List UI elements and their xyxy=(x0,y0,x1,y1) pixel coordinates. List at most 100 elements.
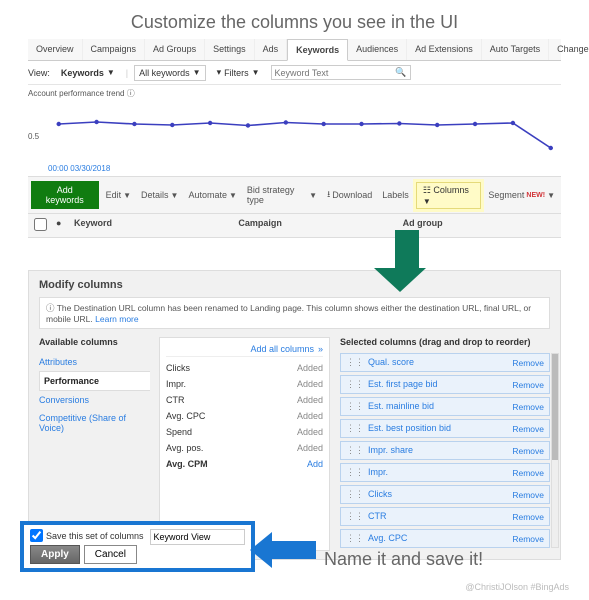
filters-dropdown[interactable]: ▾Filters▼ xyxy=(212,64,265,81)
tab-ads[interactable]: Ads xyxy=(255,39,288,60)
metric-name: Impr. xyxy=(166,379,186,389)
drag-handle-icon[interactable]: ⋮⋮ xyxy=(346,401,364,411)
selected-column-row[interactable]: ⋮⋮ Impr. Remove xyxy=(340,463,550,482)
scrollbar[interactable] xyxy=(551,353,559,548)
filters-label: Filters xyxy=(224,68,249,78)
tab-audiences[interactable]: Audiences xyxy=(348,39,407,60)
remove-link[interactable]: Remove xyxy=(512,402,544,412)
checkbox-col[interactable] xyxy=(28,214,50,237)
view-label: View: xyxy=(28,68,50,78)
selected-column-row[interactable]: ⋮⋮Avg. CPCRemove xyxy=(340,529,550,548)
metric-status: Added xyxy=(297,363,323,373)
chart-timestamp: 00:00 03/30/2018 xyxy=(48,162,561,173)
learn-more-link[interactable]: Learn more xyxy=(95,314,138,324)
remove-link[interactable]: Remove xyxy=(512,468,544,478)
edit-dropdown[interactable]: Edit▼ xyxy=(103,188,134,202)
tab-ad-groups[interactable]: Ad Groups xyxy=(145,39,205,60)
metric-row: Avg. pos.Added xyxy=(166,440,323,456)
keyword-col[interactable]: Keyword xyxy=(68,214,232,237)
all-keywords-dropdown[interactable]: All keywords▼ xyxy=(134,65,205,81)
remove-link[interactable]: Remove xyxy=(512,424,544,434)
tab-settings[interactable]: Settings xyxy=(205,39,255,60)
drag-handle-icon[interactable]: ⋮⋮ xyxy=(346,489,364,499)
selected-column-row[interactable]: ⋮⋮ Impr. share Remove xyxy=(340,441,550,460)
labels-dropdown[interactable]: Labels xyxy=(379,188,412,202)
selected-column-row[interactable]: ⋮⋮ Est. first page bid Remove xyxy=(340,375,550,394)
remove-link[interactable]: Remove xyxy=(512,446,544,456)
grid-actionbar: Add keywords Edit▼ Details▼ Automate▼ Bi… xyxy=(28,176,561,214)
selected-column-row[interactable]: ⋮⋮Est. mainline bidRemove xyxy=(340,397,550,416)
selected-column-row[interactable]: ⋮⋮ Qual. score Remove xyxy=(340,353,550,372)
selected-column-name: Est. first page bid xyxy=(368,379,438,389)
remove-link[interactable]: Remove xyxy=(512,380,544,390)
cancel-button[interactable]: Cancel xyxy=(84,545,137,564)
tab-auto-targets[interactable]: Auto Targets xyxy=(482,39,549,60)
metric-name: Clicks xyxy=(166,363,190,373)
drag-handle-icon[interactable]: ⋮⋮ xyxy=(346,467,364,477)
modify-title: Modify columns xyxy=(39,279,550,291)
tab-ad-extensions[interactable]: Ad Extensions xyxy=(407,39,482,60)
selected-column-name: Impr. xyxy=(368,467,388,477)
available-metrics-list: Add all columns» ClicksAddedImpr.AddedCT… xyxy=(159,337,330,551)
credits: @ChristiJOlson #BingAds xyxy=(465,582,569,592)
view-dropdown[interactable]: Keywords▼ xyxy=(56,65,120,81)
apply-button[interactable]: Apply xyxy=(30,545,80,564)
drag-handle-icon[interactable]: ⋮⋮ xyxy=(346,423,364,433)
columns-dropdown[interactable]: ☷ Columns ▼ xyxy=(416,182,482,209)
metric-status: Added xyxy=(297,411,323,421)
new-badge: NEW! xyxy=(526,192,545,199)
add-all-columns-link[interactable]: Add all columns» xyxy=(166,342,323,357)
category-performance[interactable]: Performance xyxy=(39,371,150,391)
remove-link[interactable]: Remove xyxy=(512,490,544,500)
category-competitive[interactable]: Competitive (Share of Voice) xyxy=(39,409,149,437)
chevron-down-icon: ▼ xyxy=(252,68,260,77)
arrow-left-annotation xyxy=(250,532,316,568)
drag-handle-icon[interactable]: ⋮⋮ xyxy=(346,445,364,455)
download-button[interactable]: ⭳Download xyxy=(324,185,375,205)
selected-column-row[interactable]: ⋮⋮ Est. best position bid Remove xyxy=(340,419,550,438)
drag-handle-icon[interactable]: ⋮⋮ xyxy=(346,533,364,543)
help-icon[interactable]: ⓘ xyxy=(127,89,135,98)
search-icon[interactable]: 🔍 xyxy=(395,67,406,78)
selected-column-row[interactable]: ⋮⋮ Clicks Remove xyxy=(340,485,550,504)
add-keywords-button[interactable]: Add keywords xyxy=(31,181,99,209)
campaign-col[interactable]: Campaign xyxy=(232,214,396,237)
scrollbar-thumb[interactable] xyxy=(552,354,558,460)
selected-column-name: Qual. score xyxy=(368,357,414,367)
tab-keywords[interactable]: Keywords xyxy=(287,39,348,61)
remove-link[interactable]: Remove xyxy=(512,512,544,522)
metric-status[interactable]: Add xyxy=(307,459,323,469)
chevron-down-icon: ▼ xyxy=(193,68,201,77)
drag-handle-icon[interactable]: ⋮⋮ xyxy=(346,357,364,367)
bid-strategy-dropdown[interactable]: Bid strategy type▼ xyxy=(244,183,320,207)
details-dropdown[interactable]: Details▼ xyxy=(138,188,181,202)
remove-link[interactable]: Remove xyxy=(512,534,544,544)
automate-dropdown[interactable]: Automate▼ xyxy=(185,188,239,202)
metric-row: Avg. CPCAdded xyxy=(166,408,323,424)
selected-column-row[interactable]: ⋮⋮CTRRemove xyxy=(340,507,550,526)
drag-handle-icon[interactable]: ⋮⋮ xyxy=(346,379,364,389)
columns-icon: ☷ xyxy=(423,185,431,195)
tab-campaigns[interactable]: Campaigns xyxy=(83,39,146,60)
selected-column-name: Impr. share xyxy=(368,445,413,455)
metric-row: Impr.Added xyxy=(166,376,323,392)
selected-column-name: Clicks xyxy=(368,489,392,499)
selected-column-name: Est. best position bid xyxy=(368,423,451,433)
metric-row: Clicks Added xyxy=(166,360,323,376)
save-column-set-bar: Save this set of columns Apply Cancel xyxy=(20,521,255,572)
view-name-input[interactable] xyxy=(150,529,245,545)
filter-icon: ▾ xyxy=(217,67,222,78)
keyword-search-input[interactable] xyxy=(275,68,396,78)
segment-dropdown[interactable]: Segment NEW! ▼ xyxy=(485,188,558,202)
line-chart-svg xyxy=(28,102,561,162)
keyword-search[interactable]: 🔍 xyxy=(271,65,411,80)
save-set-checkbox[interactable]: Save this set of columns xyxy=(30,529,144,542)
metric-name: Avg. pos. xyxy=(166,443,203,453)
tab-overview[interactable]: Overview xyxy=(28,39,83,60)
remove-link[interactable]: Remove xyxy=(512,358,544,368)
category-conversions[interactable]: Conversions xyxy=(39,391,149,409)
drag-handle-icon[interactable]: ⋮⋮ xyxy=(346,511,364,521)
category-attributes[interactable]: Attributes xyxy=(39,353,149,371)
selected-title: Selected columns (drag and drop to reord… xyxy=(340,337,550,347)
tab-change-history[interactable]: Change History xyxy=(549,39,589,60)
